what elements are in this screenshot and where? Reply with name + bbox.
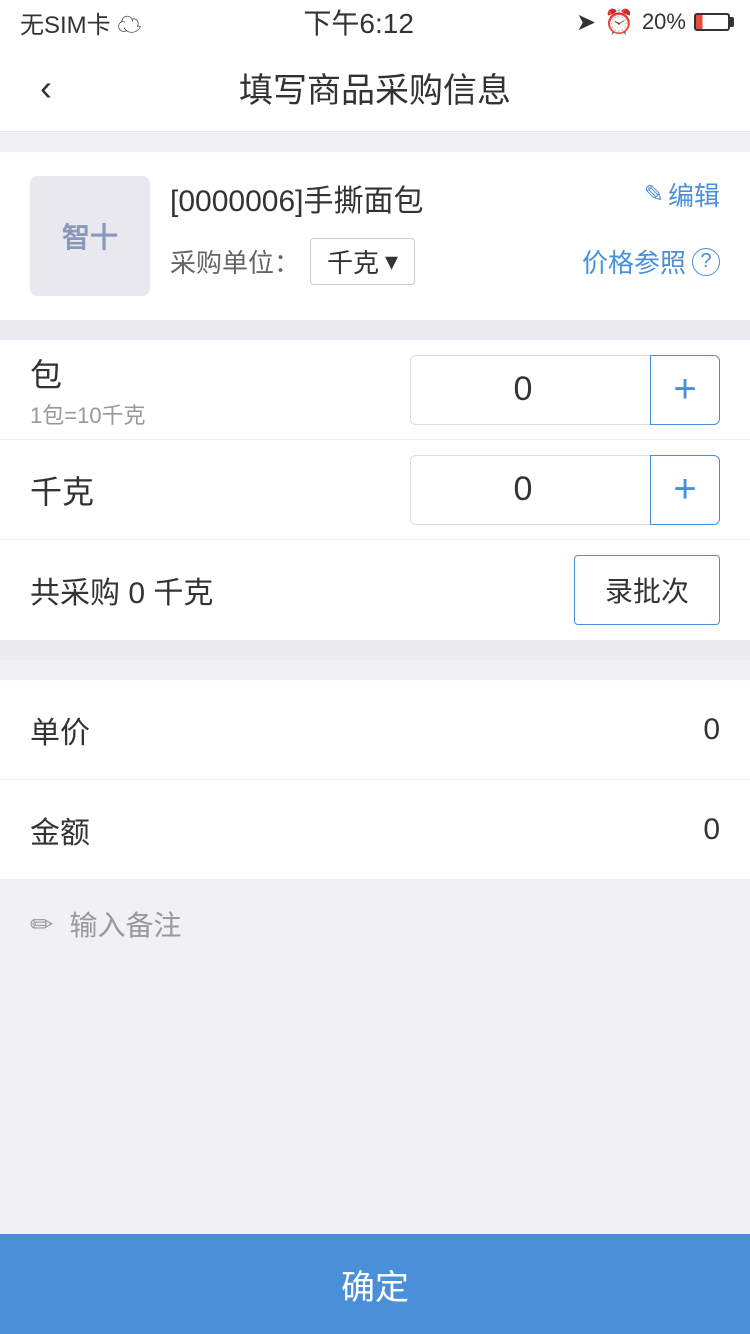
confirm-button[interactable]: 确定 (0, 1234, 750, 1334)
amount-value: 0 (703, 813, 720, 847)
kg-input-right: + (150, 455, 720, 525)
edit-pencil-icon: ✎ (644, 180, 664, 209)
amount-row: 金额 0 (0, 780, 750, 880)
alarm-icon: ⏰ (604, 8, 634, 37)
unit-price-label: 单价 (30, 708, 90, 752)
status-time: 下午6:12 (303, 2, 414, 42)
nav-bar: ‹ 填写商品采购信息 (0, 44, 750, 132)
unit-value: 千克 (327, 243, 379, 280)
status-right: ➤ ⏰ 20% (576, 8, 730, 37)
bao-sub-label: 1包=10千克 (30, 398, 150, 430)
product-card: 智十 [0000006]手撕面包 ✎ 编辑 采购单位： 千克 ▾ 价格参照 ? (0, 152, 750, 320)
product-image: 智十 (30, 176, 150, 296)
kg-main-label: 千克 (30, 467, 150, 513)
bao-main-label: 包 (30, 350, 150, 396)
amount-label: 金额 (30, 808, 90, 852)
price-ref-button[interactable]: 价格参照 ? (582, 243, 720, 280)
section-divider-2 (0, 640, 750, 660)
battery-icon (694, 13, 730, 31)
unit-price-row: 单价 0 (0, 680, 750, 780)
sim-status: 无SIM卡 ☁ (20, 5, 141, 40)
bao-plus-button[interactable]: + (650, 355, 720, 425)
unit-select[interactable]: 千克 ▾ (310, 238, 415, 285)
product-logo: 智十 (62, 216, 118, 256)
kg-plus-button[interactable]: + (650, 455, 720, 525)
kg-quantity-input[interactable] (410, 455, 650, 525)
batch-button[interactable]: 录批次 (574, 555, 720, 625)
status-left: 无SIM卡 ☁ (20, 5, 141, 40)
page-title: 填写商品采购信息 (239, 63, 511, 112)
kg-label-group: 千克 (30, 467, 150, 513)
edit-button[interactable]: ✎ 编辑 (644, 176, 720, 213)
total-row: 共采购 0 千克 录批次 (0, 540, 750, 640)
status-bar: 无SIM卡 ☁ 下午6:12 ➤ ⏰ 20% (0, 0, 750, 44)
unit-dropdown-icon: ▾ (385, 246, 398, 277)
note-section[interactable]: ✏ 输入备注 (0, 880, 750, 968)
bao-quantity-input[interactable] (410, 355, 650, 425)
note-placeholder: 输入备注 (69, 904, 181, 944)
price-ref-help-icon: ? (692, 248, 720, 276)
price-ref-label: 价格参照 (582, 243, 686, 280)
info-section: 单价 0 金额 0 (0, 680, 750, 880)
note-pencil-icon: ✏ (30, 908, 53, 941)
section-divider-1 (0, 320, 750, 340)
input-section: 包 1包=10千克 + 千克 + 共采购 0 千克 录批次 (0, 340, 750, 640)
edit-label: 编辑 (668, 176, 720, 213)
total-text: 共采购 0 千克 (30, 568, 213, 612)
back-button[interactable]: ‹ (30, 57, 62, 119)
bao-input-row: 包 1包=10千克 + (0, 340, 750, 440)
bottom-space (0, 968, 750, 1268)
product-info: [0000006]手撕面包 ✎ 编辑 采购单位： 千克 ▾ 价格参照 ? (170, 176, 720, 285)
product-header: [0000006]手撕面包 ✎ 编辑 (170, 176, 720, 220)
product-unit-row: 采购单位： 千克 ▾ 价格参照 ? (170, 238, 720, 285)
bao-input-right: + (150, 355, 720, 425)
product-name: [0000006]手撕面包 (170, 176, 423, 220)
location-icon: ➤ (576, 8, 596, 37)
kg-input-row: 千克 + (0, 440, 750, 540)
battery-percent: 20% (642, 9, 686, 35)
bao-label-group: 包 1包=10千克 (30, 350, 150, 430)
unit-price-value: 0 (703, 713, 720, 747)
unit-prefix: 采购单位： (170, 243, 300, 280)
